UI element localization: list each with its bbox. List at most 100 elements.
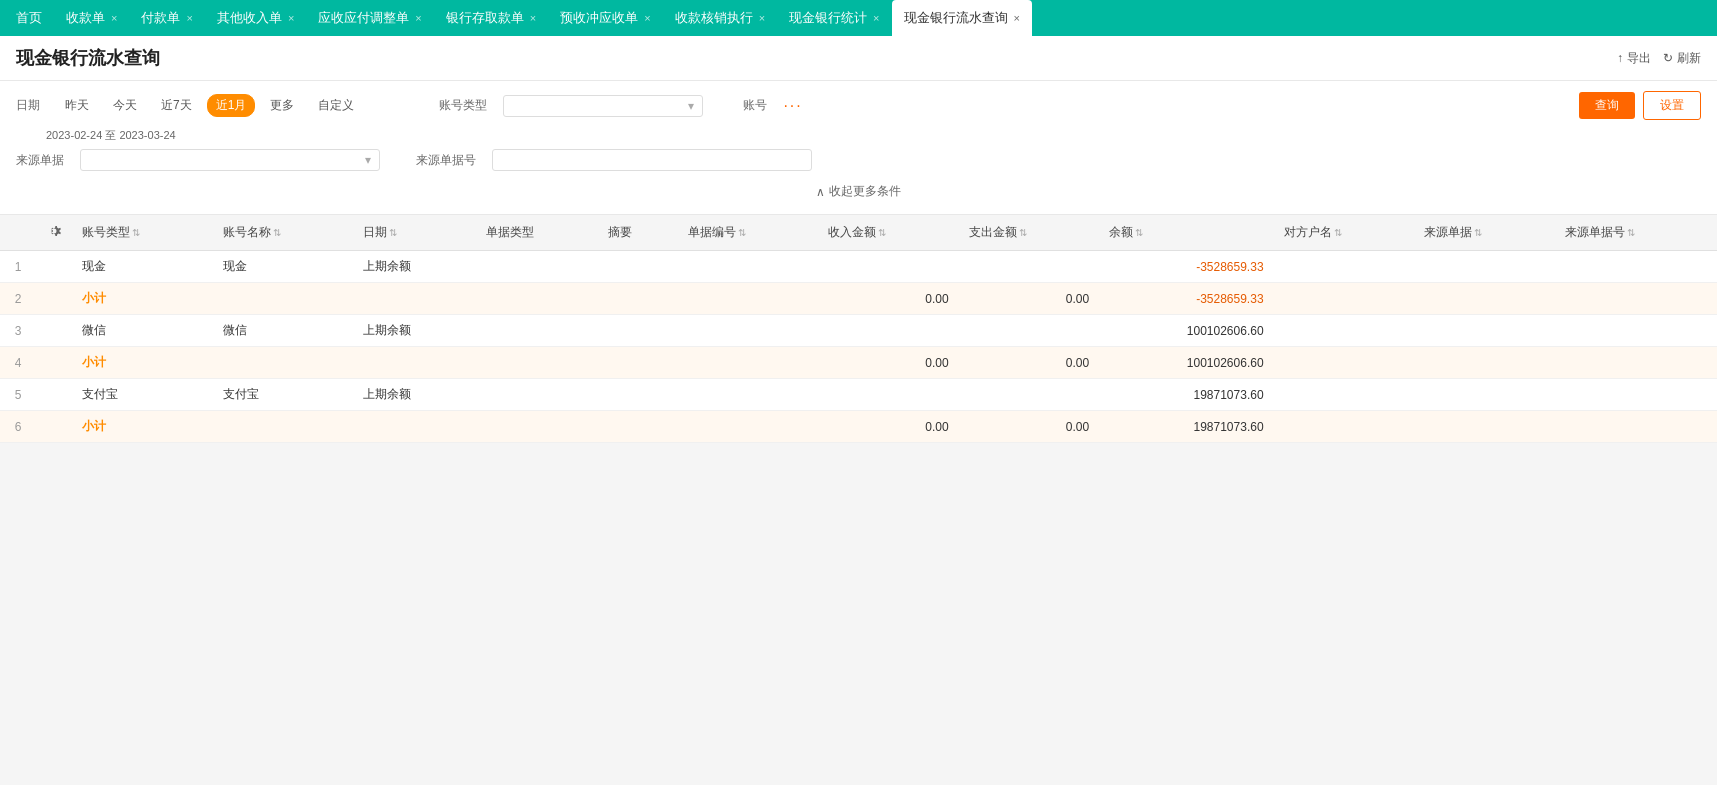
close-icon[interactable]: × — [644, 12, 650, 24]
col-header-date[interactable]: 日期⇅ — [353, 215, 476, 251]
col-header-account_name[interactable]: 账号名称⇅ — [213, 215, 354, 251]
cell-summary-5 — [598, 411, 677, 443]
col-header-expense[interactable]: 支出金额⇅ — [959, 215, 1100, 251]
col-header-settings[interactable] — [36, 215, 72, 251]
cell-account_name-3 — [213, 347, 354, 379]
close-icon[interactable]: × — [873, 12, 879, 24]
table-row: 3微信微信上期余额100102606.60 — [0, 315, 1717, 347]
cell-balance-0: -3528659.33 — [1099, 251, 1273, 283]
account-type-select[interactable]: ▾ — [503, 95, 703, 117]
row-num-5: 6 — [0, 411, 36, 443]
close-icon[interactable]: × — [530, 12, 536, 24]
cell-account_type-3: 小计 — [72, 347, 213, 379]
nav-item-其他收入单[interactable]: 其他收入单× — [205, 0, 306, 36]
nav-item-应收应付调整单[interactable]: 应收应付调整单× — [306, 0, 433, 36]
export-button[interactable]: ↑ 导出 — [1617, 50, 1651, 67]
col-header-balance[interactable]: 余额⇅ — [1099, 215, 1273, 251]
header-row: 账号类型⇅账号名称⇅日期⇅单据类型摘要单据编号⇅收入金额⇅支出金额⇅余额⇅对方户… — [0, 215, 1717, 251]
col-header-account_type[interactable]: 账号类型⇅ — [72, 215, 213, 251]
account-type-label: 账号类型 — [439, 97, 487, 114]
top-navigation: 首页收款单×付款单×其他收入单×应收应付调整单×银行存取款单×预收冲应收单×收款… — [0, 0, 1717, 36]
col-header-income[interactable]: 收入金额⇅ — [818, 215, 959, 251]
cell-doc_no-1 — [678, 283, 819, 315]
date-option-昨天[interactable]: 昨天 — [56, 94, 98, 117]
nav-item-付款单[interactable]: 付款单× — [129, 0, 204, 36]
cell-source_doc-0 — [1414, 251, 1555, 283]
close-icon[interactable]: × — [1014, 12, 1020, 24]
data-table: 账号类型⇅账号名称⇅日期⇅单据类型摘要单据编号⇅收入金额⇅支出金额⇅余额⇅对方户… — [0, 215, 1717, 443]
row-num-1: 2 — [0, 283, 36, 315]
col-header-doc_no[interactable]: 单据编号⇅ — [678, 215, 819, 251]
cell-source_doc_no-4 — [1555, 379, 1717, 411]
date-option-自定义[interactable]: 自定义 — [309, 94, 363, 117]
cell-account_name-1 — [213, 283, 354, 315]
cell-source_doc-2 — [1414, 315, 1555, 347]
nav-item-预收冲应收单[interactable]: 预收冲应收单× — [548, 0, 662, 36]
col-header-counterpart[interactable]: 对方户名⇅ — [1274, 215, 1415, 251]
refresh-button[interactable]: ↻ 刷新 — [1663, 50, 1701, 67]
header-actions: ↑ 导出 ↻ 刷新 — [1617, 50, 1701, 67]
cell-income-3: 0.00 — [818, 347, 959, 379]
cell-source_doc_no-0 — [1555, 251, 1717, 283]
nav-item-现金银行流水查询[interactable]: 现金银行流水查询× — [892, 0, 1032, 36]
cell-counterpart-0 — [1274, 251, 1415, 283]
nav-item-现金银行统计[interactable]: 现金银行统计× — [777, 0, 891, 36]
cell-expense-3: 0.00 — [959, 347, 1100, 379]
cell-doc_type-2 — [476, 315, 599, 347]
col-header-source_doc_no[interactable]: 来源单据号⇅ — [1555, 215, 1717, 251]
nav-item-收款核销执行[interactable]: 收款核销执行× — [663, 0, 777, 36]
page-header: 现金银行流水查询 ↑ 导出 ↻ 刷新 — [0, 36, 1717, 81]
cell-doc_type-4 — [476, 379, 599, 411]
col-header-source_doc[interactable]: 来源单据⇅ — [1414, 215, 1555, 251]
settings-button[interactable]: 设置 — [1643, 91, 1701, 120]
row-num-3: 4 — [0, 347, 36, 379]
table-row: 2小计0.000.00-3528659.33 — [0, 283, 1717, 315]
cell-expense-1: 0.00 — [959, 283, 1100, 315]
row-num-2: 3 — [0, 315, 36, 347]
close-icon[interactable]: × — [288, 12, 294, 24]
row-num-4: 5 — [0, 379, 36, 411]
cell-account_name-4: 支付宝 — [213, 379, 354, 411]
cell-source_doc-5 — [1414, 411, 1555, 443]
nav-item-首页[interactable]: 首页 — [4, 0, 54, 36]
source-doc-no-input[interactable] — [492, 149, 812, 171]
close-icon[interactable]: × — [759, 12, 765, 24]
row-settings-5 — [36, 411, 72, 443]
cell-income-4 — [818, 379, 959, 411]
collapse-bar[interactable]: ∧ 收起更多条件 — [16, 179, 1701, 204]
table-header: 账号类型⇅账号名称⇅日期⇅单据类型摘要单据编号⇅收入金额⇅支出金额⇅余额⇅对方户… — [0, 215, 1717, 251]
cell-doc_no-3 — [678, 347, 819, 379]
date-option-近7天[interactable]: 近7天 — [152, 94, 201, 117]
account-dots-button[interactable]: ··· — [783, 97, 802, 115]
cell-summary-4 — [598, 379, 677, 411]
cell-expense-0 — [959, 251, 1100, 283]
cell-balance-5: 19871073.60 — [1099, 411, 1273, 443]
cell-date-4: 上期余额 — [353, 379, 476, 411]
cell-doc_type-1 — [476, 283, 599, 315]
cell-doc_type-3 — [476, 347, 599, 379]
cell-account_type-2: 微信 — [72, 315, 213, 347]
date-option-今天[interactable]: 今天 — [104, 94, 146, 117]
cell-income-0 — [818, 251, 959, 283]
cell-date-0: 上期余额 — [353, 251, 476, 283]
cell-account_name-2: 微信 — [213, 315, 354, 347]
date-options: 昨天今天近7天近1月更多自定义 — [56, 94, 363, 117]
query-button[interactable]: 查询 — [1579, 92, 1635, 119]
row-settings-0 — [36, 251, 72, 283]
close-icon[interactable]: × — [186, 12, 192, 24]
table-row: 1现金现金上期余额-3528659.33 — [0, 251, 1717, 283]
source-doc-label: 来源单据 — [16, 152, 64, 169]
cell-doc_no-0 — [678, 251, 819, 283]
cell-source_doc-1 — [1414, 283, 1555, 315]
date-range-display: 2023-02-24 至 2023-03-24 — [46, 129, 176, 141]
source-doc-select[interactable]: ▾ — [80, 149, 380, 171]
close-icon[interactable]: × — [415, 12, 421, 24]
date-option-更多[interactable]: 更多 — [261, 94, 303, 117]
close-icon[interactable]: × — [111, 12, 117, 24]
cell-counterpart-3 — [1274, 347, 1415, 379]
cell-summary-1 — [598, 283, 677, 315]
nav-item-银行存取款单[interactable]: 银行存取款单× — [434, 0, 548, 36]
nav-item-收款单[interactable]: 收款单× — [54, 0, 129, 36]
account-label: 账号 — [743, 97, 767, 114]
date-option-近1月[interactable]: 近1月 — [207, 94, 256, 117]
